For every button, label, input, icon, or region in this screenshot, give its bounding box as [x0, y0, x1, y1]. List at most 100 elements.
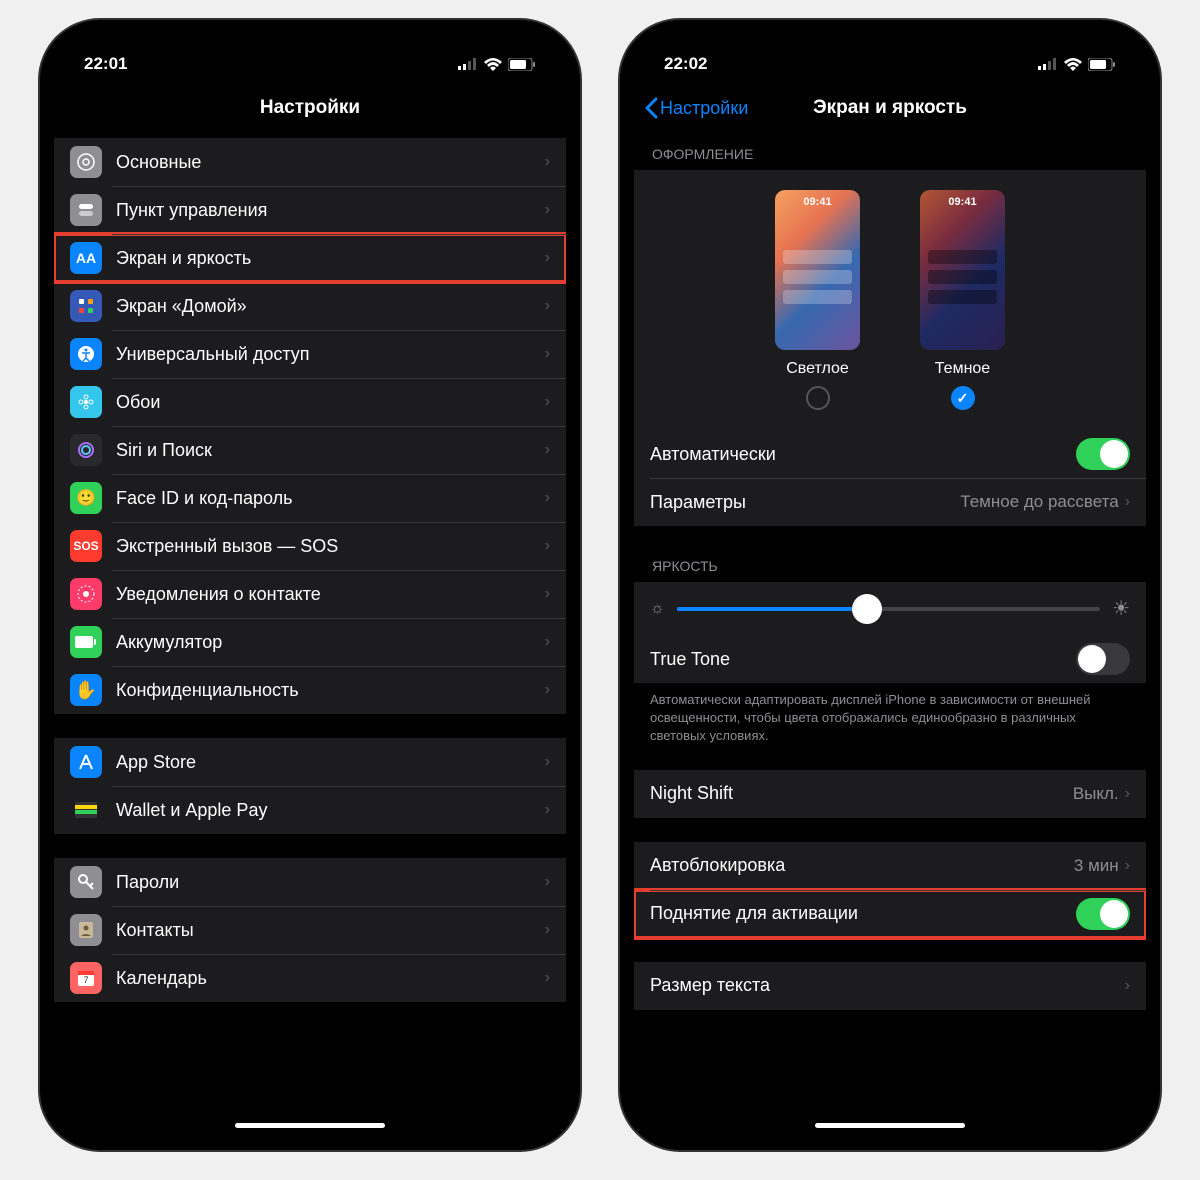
row-label: Аккумулятор	[116, 632, 545, 653]
settings-row-экран-и-яркость[interactable]: AAЭкран и яркость›	[54, 234, 566, 282]
settings-row-контакты[interactable]: Контакты›	[54, 906, 566, 954]
svg-text:7: 7	[83, 975, 88, 985]
options-label: Параметры	[650, 492, 960, 513]
raise-to-wake-cell[interactable]: Поднятие для активации	[634, 890, 1146, 938]
settings-row-уведомления-о-контакте[interactable]: Уведомления о контакте›	[54, 570, 566, 618]
truetone-cell[interactable]: True Tone	[634, 635, 1146, 683]
back-label: Настройки	[660, 98, 748, 119]
autolock-value: 3 мин	[1074, 856, 1119, 876]
cellular-icon	[458, 58, 478, 70]
settings-row-app-store[interactable]: App Store›	[54, 738, 566, 786]
wallet-icon	[70, 794, 102, 826]
light-thumbnail: 09:41	[775, 190, 860, 350]
autolock-cell[interactable]: Автоблокировка 3 мин ›	[634, 842, 1146, 890]
settings-row-конфиденциальность[interactable]: ✋ Конфиденциальность›	[54, 666, 566, 714]
SOS-icon: SOS	[70, 530, 102, 562]
cal-icon: 7	[70, 962, 102, 994]
settings-row-siri-и-поиск[interactable]: Siri и Поиск›	[54, 426, 566, 474]
brightness-slider[interactable]	[677, 607, 1100, 611]
hand-icon: ✋	[70, 674, 102, 706]
dark-label: Темное	[920, 360, 1005, 378]
row-label: Конфиденциальность	[116, 680, 545, 701]
settings-row-аккумулятор[interactable]: Аккумулятор›	[54, 618, 566, 666]
brightness-slider-row: ☼ ☀	[634, 582, 1146, 635]
chevron-right-icon: ›	[545, 345, 550, 363]
chevron-right-icon: ›	[545, 585, 550, 603]
automatic-switch[interactable]	[1076, 438, 1130, 470]
settings-row-экстренный-вызов-sos[interactable]: SOSЭкстренный вызов — SOS›	[54, 522, 566, 570]
raise-to-wake-label: Поднятие для активации	[650, 903, 1076, 924]
truetone-label: True Tone	[650, 649, 1076, 670]
grid-icon	[70, 290, 102, 322]
phone-left: 22:01 Настройки Основные›Пункт управлени…	[40, 20, 580, 1150]
appearance-dark-option[interactable]: 09:41 Темное	[920, 190, 1005, 410]
light-radio[interactable]	[806, 386, 830, 410]
chevron-right-icon: ›	[545, 297, 550, 315]
chevron-right-icon: ›	[545, 681, 550, 699]
options-cell[interactable]: Параметры Темное до рассвета ›	[634, 478, 1146, 526]
settings-row-wallet-и-apple-pay[interactable]: Wallet и Apple Pay›	[54, 786, 566, 834]
nav-title: Настройки	[260, 97, 360, 119]
automatic-cell[interactable]: Автоматически	[634, 430, 1146, 478]
textsize-cell[interactable]: Размер текста ›	[634, 962, 1146, 1010]
settings-content[interactable]: Основные›Пункт управления›AAЭкран и ярко…	[54, 132, 566, 1136]
settings-row-календарь[interactable]: 7Календарь›	[54, 954, 566, 1002]
chevron-right-icon: ›	[545, 441, 550, 459]
access-icon	[70, 338, 102, 370]
cellular-icon	[1038, 58, 1058, 70]
row-label: Календарь	[116, 968, 545, 989]
settings-row-пункт-управления[interactable]: Пункт управления›	[54, 186, 566, 234]
settings-row-экран-домой-[interactable]: Экран «Домой»›	[54, 282, 566, 330]
gear-icon	[70, 146, 102, 178]
row-label: Siri и Поиск	[116, 440, 545, 461]
truetone-footer: Автоматически адаптировать дисплей iPhon…	[634, 683, 1146, 746]
nav-bar: Настройки	[54, 84, 566, 132]
sun-large-icon: ☀	[1112, 596, 1130, 621]
row-label: Основные	[116, 152, 545, 173]
back-button[interactable]: Настройки	[644, 97, 748, 119]
nightshift-value: Выкл.	[1073, 784, 1119, 804]
status-indicators	[458, 58, 536, 71]
settings-row-пароли[interactable]: Пароли›	[54, 858, 566, 906]
dark-thumbnail: 09:41	[920, 190, 1005, 350]
settings-row-обои[interactable]: Обои›	[54, 378, 566, 426]
contacts-icon	[70, 914, 102, 946]
chevron-left-icon	[644, 97, 658, 119]
chevron-right-icon: ›	[545, 201, 550, 219]
section-header-appearance: ОФОРМЛЕНИЕ	[634, 138, 1146, 170]
home-indicator[interactable]	[235, 1123, 385, 1128]
battery-icon	[508, 58, 536, 71]
status-time: 22:02	[664, 54, 707, 74]
settings-row-face-id-и-код-пароль[interactable]: 🙂Face ID и код-пароль›	[54, 474, 566, 522]
dots-icon	[70, 578, 102, 610]
battery-icon	[1088, 58, 1116, 71]
display-content[interactable]: ОФОРМЛЕНИЕ 09:41 Светлое 09:41	[634, 132, 1146, 1136]
row-label: Экстренный вызов — SOS	[116, 536, 545, 557]
dark-radio[interactable]	[951, 386, 975, 410]
settings-row-основные[interactable]: Основные›	[54, 138, 566, 186]
phone-right: 22:02 Настройки Экран и яркость ОФОРМЛЕН…	[620, 20, 1160, 1150]
appearance-light-option[interactable]: 09:41 Светлое	[775, 190, 860, 410]
row-label: Экран и яркость	[116, 248, 545, 269]
row-label: Обои	[116, 392, 545, 413]
light-label: Светлое	[775, 360, 860, 378]
AA-icon: AA	[70, 242, 102, 274]
options-value: Темное до рассвета	[960, 492, 1118, 512]
notch	[220, 20, 400, 48]
row-label: Контакты	[116, 920, 545, 941]
key-icon	[70, 866, 102, 898]
settings-row-универсальный-доступ[interactable]: Универсальный доступ›	[54, 330, 566, 378]
switches-icon	[70, 194, 102, 226]
section-header-brightness: ЯРКОСТЬ	[634, 550, 1146, 582]
row-label: Универсальный доступ	[116, 344, 545, 365]
row-label: Пункт управления	[116, 200, 545, 221]
truetone-switch[interactable]	[1076, 643, 1130, 675]
home-indicator[interactable]	[815, 1123, 965, 1128]
raise-to-wake-switch[interactable]	[1076, 898, 1130, 930]
chevron-right-icon: ›	[545, 921, 550, 939]
notch	[800, 20, 980, 48]
nightshift-cell[interactable]: Night Shift Выкл. ›	[634, 770, 1146, 818]
row-label: Face ID и код-пароль	[116, 488, 545, 509]
row-label: Пароли	[116, 872, 545, 893]
row-label: App Store	[116, 752, 545, 773]
